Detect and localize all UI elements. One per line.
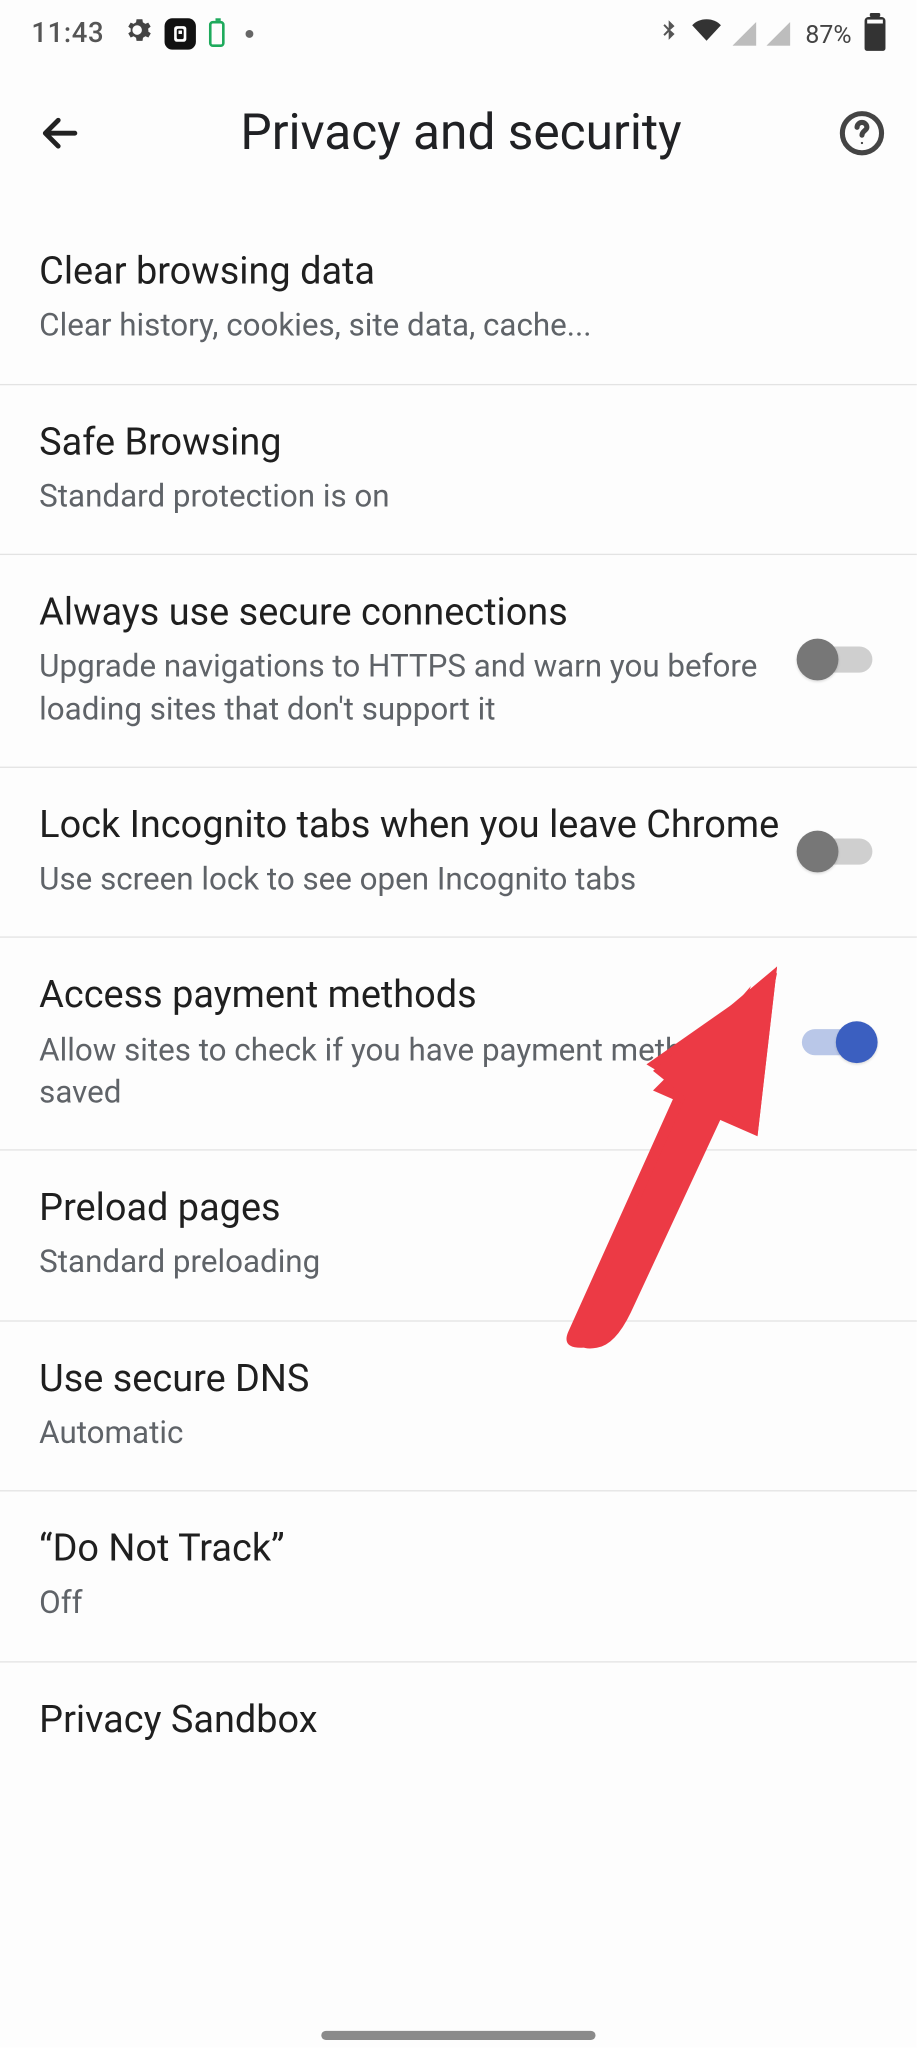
toggle-lock-incognito[interactable]	[797, 828, 878, 875]
setting-subtitle: Upgrade navigations to HTTPS and warn yo…	[39, 645, 781, 730]
setting-title: Safe Browsing	[39, 419, 862, 467]
toggle-thumb	[836, 1022, 878, 1064]
setting-access-payment-methods[interactable]: Access payment methods Allow sites to ch…	[0, 938, 917, 1151]
setting-subtitle: Standard preloading	[39, 1241, 862, 1283]
status-time: 11:43	[31, 18, 104, 49]
page-title: Privacy and security	[91, 104, 830, 161]
setting-privacy-sandbox[interactable]: Privacy Sandbox	[0, 1662, 917, 1781]
setting-title: Clear browsing data	[39, 248, 862, 296]
setting-secure-dns[interactable]: Use secure DNS Automatic	[0, 1321, 917, 1491]
nav-pill[interactable]	[321, 2031, 595, 2040]
setting-subtitle: Clear history, cookies, site data, cache…	[39, 304, 862, 346]
setting-title: Lock Incognito tabs when you leave Chrom…	[39, 802, 781, 850]
setting-clear-browsing-data[interactable]: Clear browsing data Clear history, cooki…	[0, 225, 917, 385]
toggle-payment-methods[interactable]	[797, 1019, 878, 1066]
battery-charging-small-icon	[209, 21, 225, 47]
wifi-icon	[691, 16, 722, 53]
setting-always-secure-connections[interactable]: Always use secure connections Upgrade na…	[0, 555, 917, 768]
gear-icon	[122, 16, 151, 53]
setting-subtitle: Use screen lock to see open Incognito ta…	[39, 858, 781, 900]
battery-percent: 87%	[805, 19, 851, 49]
app-icon	[164, 18, 195, 49]
setting-subtitle: Allow sites to check if you have payment…	[39, 1028, 781, 1113]
notification-dot-icon	[245, 30, 253, 38]
arrow-left-icon	[38, 111, 82, 155]
help-circle-icon	[838, 110, 885, 157]
setting-title: “Do Not Track”	[39, 1526, 862, 1574]
setting-title: Privacy Sandbox	[39, 1696, 862, 1744]
setting-subtitle: Standard protection is on	[39, 475, 862, 517]
setting-lock-incognito[interactable]: Lock Incognito tabs when you leave Chrom…	[0, 768, 917, 938]
toggle-thumb	[797, 830, 839, 872]
setting-title: Use secure DNS	[39, 1355, 862, 1403]
signal-icon-1	[732, 22, 756, 46]
help-button[interactable]	[831, 102, 894, 165]
battery-icon	[865, 17, 886, 51]
settings-list: Clear browsing data Clear history, cooki…	[0, 225, 917, 1782]
setting-subtitle: Off	[39, 1582, 862, 1624]
setting-title: Preload pages	[39, 1185, 862, 1233]
setting-safe-browsing[interactable]: Safe Browsing Standard protection is on	[0, 385, 917, 555]
app-bar: Privacy and security	[0, 68, 917, 199]
toggle-always-secure[interactable]	[797, 636, 878, 683]
bluetooth-icon	[657, 16, 681, 53]
setting-title: Always use secure connections	[39, 589, 781, 637]
setting-do-not-track[interactable]: “Do Not Track” Off	[0, 1492, 917, 1662]
back-button[interactable]	[29, 102, 92, 165]
setting-subtitle: Automatic	[39, 1412, 862, 1454]
signal-icon-2	[766, 22, 790, 46]
setting-preload-pages[interactable]: Preload pages Standard preloading	[0, 1151, 917, 1321]
toggle-thumb	[797, 639, 839, 681]
setting-title: Access payment methods	[39, 972, 781, 1020]
status-bar: 11:43 87%	[0, 0, 917, 68]
